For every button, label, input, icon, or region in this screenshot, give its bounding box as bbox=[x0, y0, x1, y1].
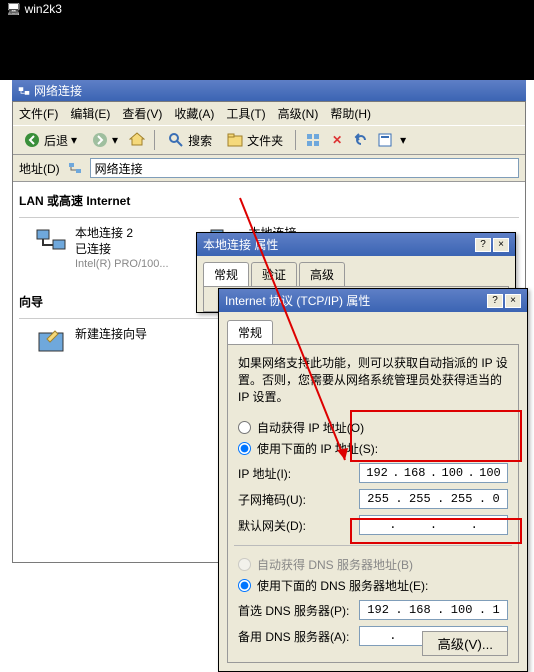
chevron-down-icon: ▾ bbox=[112, 133, 118, 147]
advanced-button[interactable]: 高级(V)... bbox=[422, 631, 508, 656]
radio-auto-ip-input[interactable] bbox=[238, 421, 251, 434]
radio-auto-dns-input bbox=[238, 558, 251, 571]
wizard-name: 新建连接向导 bbox=[75, 327, 147, 343]
dns1-label: 首选 DNS 服务器(P): bbox=[238, 602, 359, 619]
tab-general[interactable]: 常规 bbox=[203, 262, 249, 286]
close-button[interactable]: × bbox=[493, 238, 509, 252]
menu-edit[interactable]: 编辑(E) bbox=[70, 105, 110, 122]
dialog-title-text: 本地连接 属性 bbox=[203, 236, 278, 253]
connection-status: 已连接 bbox=[75, 242, 169, 258]
up-icon[interactable] bbox=[128, 131, 146, 149]
chevron-down-icon: ▾ bbox=[400, 133, 406, 147]
ip-input[interactable]: 192.168.100.100 bbox=[359, 463, 508, 483]
folders-button[interactable]: 文件夹 bbox=[222, 129, 287, 151]
radio-manual-dns-label: 使用下面的 DNS 服务器地址(E): bbox=[257, 577, 428, 594]
help-button[interactable]: ? bbox=[487, 294, 503, 308]
menu-view[interactable]: 查看(V) bbox=[122, 105, 162, 122]
address-bar: 地址(D) bbox=[13, 155, 525, 182]
back-button[interactable]: 后退 ▾ bbox=[19, 129, 81, 151]
tab-general[interactable]: 常规 bbox=[227, 320, 273, 344]
back-icon bbox=[23, 131, 41, 149]
views-icon[interactable] bbox=[304, 131, 322, 149]
search-button[interactable]: 搜索 bbox=[163, 129, 216, 151]
section-lan: LAN 或高速 Internet bbox=[19, 188, 519, 218]
mask-label: 子网掩码(U): bbox=[238, 491, 359, 508]
dns2-label: 备用 DNS 服务器(A): bbox=[238, 628, 359, 645]
tcpip-properties-dialog: Internet 协议 (TCP/IP) 属性 ? × 常规 如果网络支持此功能… bbox=[218, 288, 528, 672]
address-input[interactable] bbox=[90, 158, 519, 178]
gateway-input[interactable]: ... bbox=[359, 515, 508, 535]
separator bbox=[295, 130, 296, 150]
dialog-titlebar: Internet 协议 (TCP/IP) 属性 ? × bbox=[219, 289, 527, 312]
radio-manual-ip-label: 使用下面的 IP 地址(S): bbox=[257, 440, 378, 457]
description-text: 如果网络支持此功能，则可以获取自动指派的 IP 设置。否则，您需要从网络系统管理… bbox=[238, 355, 508, 405]
delete-icon[interactable]: ✕ bbox=[328, 131, 346, 149]
dialog-title-text: Internet 协议 (TCP/IP) 属性 bbox=[225, 292, 370, 309]
radio-manual-dns-input[interactable] bbox=[238, 579, 251, 592]
radio-auto-dns-label: 自动获得 DNS 服务器地址(B) bbox=[257, 556, 413, 573]
folders-label: 文件夹 bbox=[247, 132, 283, 149]
forward-button[interactable]: ▾ bbox=[87, 129, 122, 151]
menu-help[interactable]: 帮助(H) bbox=[330, 105, 371, 122]
radio-manual-dns[interactable]: 使用下面的 DNS 服务器地址(E): bbox=[238, 577, 508, 594]
address-label: 地址(D) bbox=[19, 160, 60, 177]
dns1-input[interactable]: 192.168.100.1 bbox=[359, 600, 508, 620]
window-titlebar: 网络连接 bbox=[12, 80, 526, 101]
menu-file[interactable]: 文件(F) bbox=[19, 105, 58, 122]
close-button[interactable]: × bbox=[505, 294, 521, 308]
connection-item[interactable]: 本地连接 2 已连接 Intel(R) PRO/100... bbox=[35, 226, 169, 271]
connection-icon bbox=[35, 226, 67, 258]
tcpip-panel: 如果网络支持此功能，则可以获取自动指派的 IP 设置。否则，您需要从网络系统管理… bbox=[227, 344, 519, 663]
tab-auth[interactable]: 验证 bbox=[251, 262, 297, 286]
radio-auto-ip[interactable]: 自动获得 IP 地址(O) bbox=[238, 419, 508, 436]
mask-input[interactable]: 255.255.255.0 bbox=[359, 489, 508, 509]
separator bbox=[154, 130, 155, 150]
folders-icon bbox=[226, 131, 244, 149]
network-icon bbox=[18, 85, 30, 97]
menu-fav[interactable]: 收藏(A) bbox=[174, 105, 214, 122]
help-button[interactable]: ? bbox=[475, 238, 491, 252]
menu-advanced[interactable]: 高级(N) bbox=[278, 105, 319, 122]
dialog-titlebar: 本地连接 属性 ? × bbox=[197, 233, 515, 256]
menu-tools[interactable]: 工具(T) bbox=[226, 105, 265, 122]
chevron-down-icon: ▾ bbox=[71, 133, 77, 147]
vm-desktop-bg bbox=[0, 18, 534, 80]
dialog-tabs: 常规 验证 高级 bbox=[197, 256, 515, 286]
toolbar: 后退 ▾ ▾ 搜索 文件夹 ✕ ▾ bbox=[13, 125, 525, 155]
wizard-icon bbox=[35, 327, 67, 359]
tab-advanced[interactable]: 高级 bbox=[299, 262, 345, 286]
radio-manual-ip-input[interactable] bbox=[238, 442, 251, 455]
props-icon[interactable] bbox=[376, 131, 394, 149]
vm-title-text: win2k3 bbox=[25, 2, 62, 16]
back-label: 后退 bbox=[44, 132, 68, 149]
connection-name: 本地连接 2 bbox=[75, 226, 169, 242]
wizard-item[interactable]: 新建连接向导 bbox=[35, 327, 147, 359]
menubar: 文件(F) 编辑(E) 查看(V) 收藏(A) 工具(T) 高级(N) 帮助(H… bbox=[13, 102, 525, 125]
ip-label: IP 地址(I): bbox=[238, 465, 359, 482]
window-title-text: 网络连接 bbox=[34, 82, 82, 99]
network-icon bbox=[66, 159, 84, 177]
gateway-label: 默认网关(D): bbox=[238, 517, 359, 534]
radio-auto-dns: 自动获得 DNS 服务器地址(B) bbox=[238, 556, 508, 573]
undo-icon[interactable] bbox=[352, 131, 370, 149]
forward-icon bbox=[91, 131, 109, 149]
search-label: 搜索 bbox=[188, 132, 212, 149]
vm-titlebar: 🖥 win2k3 bbox=[0, 0, 534, 18]
radio-manual-ip[interactable]: 使用下面的 IP 地址(S): bbox=[238, 440, 508, 457]
connection-device: Intel(R) PRO/100... bbox=[75, 257, 169, 271]
search-icon bbox=[167, 131, 185, 149]
radio-auto-ip-label: 自动获得 IP 地址(O) bbox=[257, 419, 364, 436]
